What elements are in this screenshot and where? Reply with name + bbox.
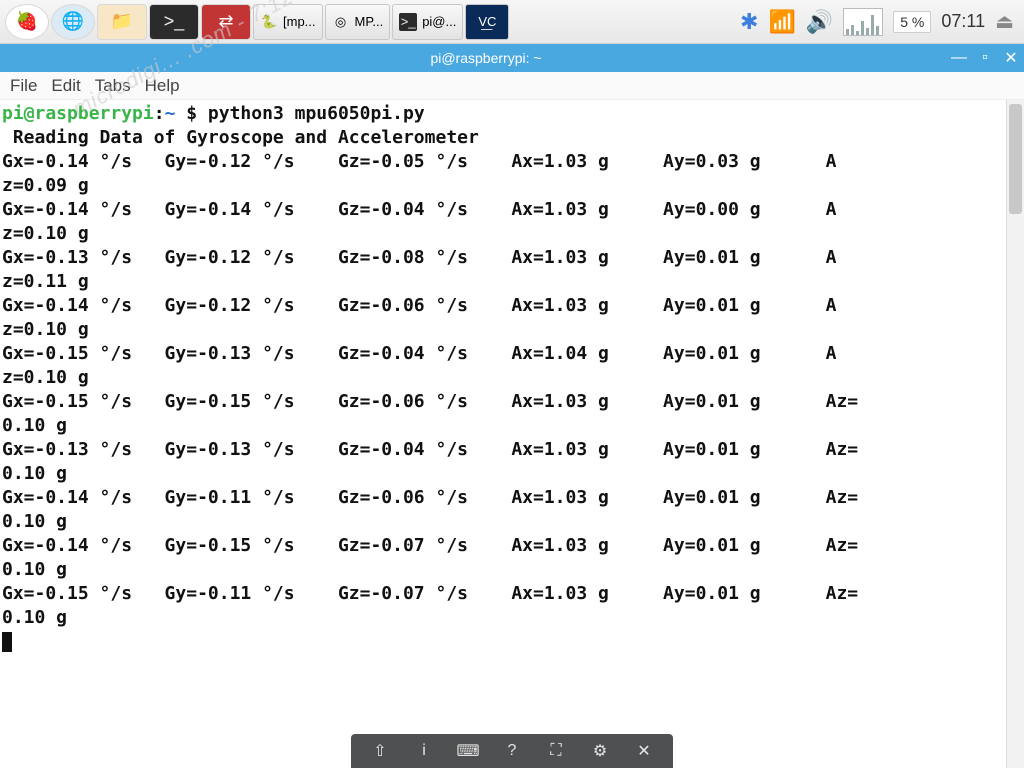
terminal-icon: >_ [399,13,417,31]
menu-help[interactable]: Help [145,76,180,96]
file-manager-icon[interactable]: 📁 [97,4,147,40]
web-browser-icon[interactable]: 🌐 [51,4,95,40]
info-icon[interactable]: i [413,742,435,760]
keyboard-icon[interactable]: ⌨ [457,741,479,761]
terminal-menubar: File Edit Tabs Help [0,72,1024,100]
python-icon: 🐍 [260,13,278,31]
scrollbar-thumb[interactable] [1009,104,1022,214]
chromium-icon: ◎ [332,13,350,31]
close-button[interactable]: ✕ [998,48,1024,68]
menu-tabs[interactable]: Tabs [95,76,131,96]
clock[interactable]: 07:11 [941,11,985,32]
wifi-icon[interactable]: 📶 [768,9,795,35]
menu-edit[interactable]: Edit [51,76,80,96]
taskbar-task-python[interactable]: 🐍 [mp... [253,4,323,40]
task-label: [mp... [283,14,316,29]
maximize-button[interactable]: ▫ [972,49,998,67]
cpu-graph-icon[interactable] [843,8,883,36]
terminal-launcher-icon[interactable]: >_ [149,4,199,40]
taskbar-task-chromium[interactable]: ◎ MP... [325,4,391,40]
menu-file[interactable]: File [10,76,37,96]
terminal-content[interactable]: pi@raspberrypi:~ $ python3 mpu6050pi.py … [0,100,1006,768]
vnc-icon: V͟C [478,13,496,31]
desktop-taskbar: 🍓 🌐 📁 >_ ⇄ 🐍 [mp... ◎ MP... >_ pi@... V͟… [0,0,1024,44]
rpi-menu-icon[interactable]: 🍓 [5,4,49,40]
taskbar-task-vnc[interactable]: V͟C [465,4,509,40]
minimize-button[interactable]: — [946,49,972,67]
eject-icon[interactable]: ⏏ [995,9,1014,34]
close-icon[interactable]: ✕ [633,741,655,761]
help-icon[interactable]: ? [501,742,523,760]
terminal-scrollbar[interactable] [1006,100,1024,768]
window-title: pi@raspberrypi: ~ [26,50,946,66]
bluetooth-icon[interactable]: ✱ [740,9,758,35]
sound-icon[interactable]: 🔊 [806,9,833,35]
system-tray: ✱ 📶 🔊 5 % 07:11 ⏏ [740,8,1020,36]
window-titlebar[interactable]: pi@raspberrypi: ~ — ▫ ✕ [0,44,1024,72]
pin-icon[interactable]: ⇧ [369,741,391,761]
cpu-percent: 5 % [893,11,931,33]
node-red-icon[interactable]: ⇄ [201,4,251,40]
taskbar-task-terminal[interactable]: >_ pi@... [392,4,463,40]
task-label: pi@... [422,14,456,29]
task-label: MP... [355,14,384,29]
terminal-window: pi@raspberrypi: ~ — ▫ ✕ File Edit Tabs H… [0,44,1024,768]
fullscreen-icon[interactable]: ⛶ [545,742,567,760]
vnc-control-bar[interactable]: ⇧ i ⌨ ? ⛶ ⚙ ✕ [351,734,673,768]
gear-icon[interactable]: ⚙ [589,741,611,761]
